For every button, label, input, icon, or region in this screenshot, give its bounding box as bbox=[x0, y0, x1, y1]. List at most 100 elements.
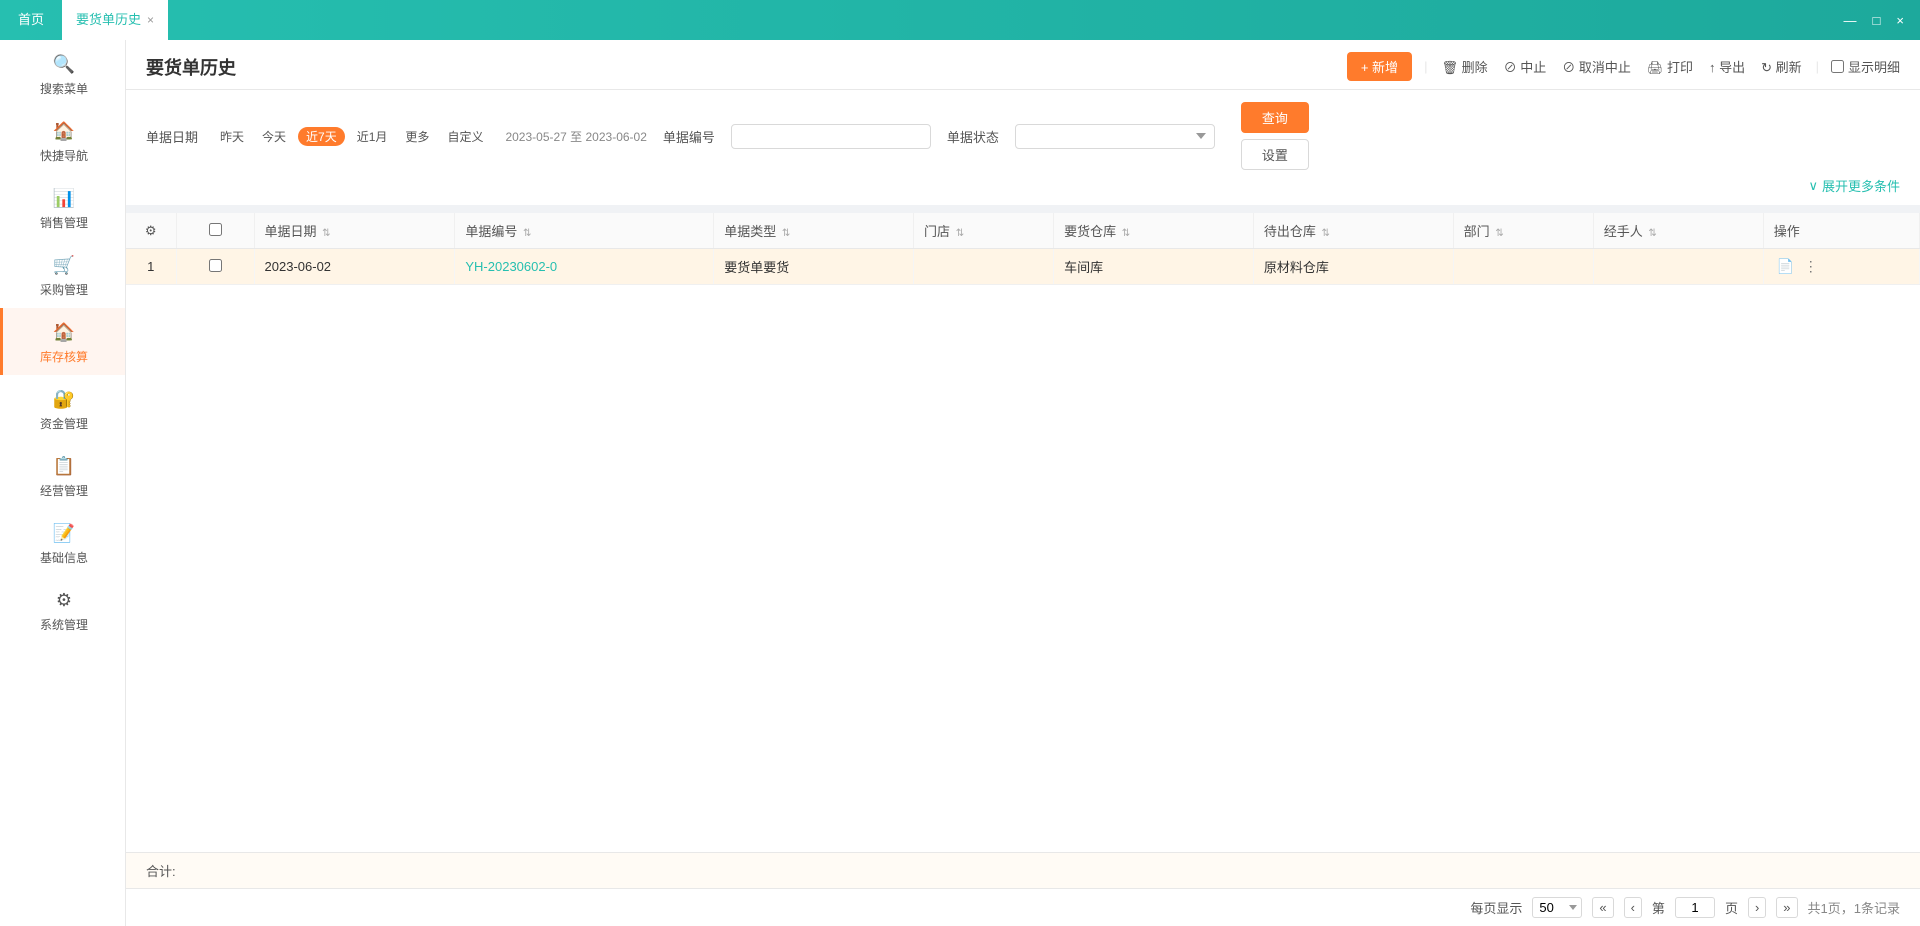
edit-action-icon[interactable]: 📄 bbox=[1777, 258, 1794, 274]
col-store-label: 门店 bbox=[924, 224, 950, 239]
col-req-warehouse[interactable]: 要货仓库 ⇅ bbox=[1054, 213, 1254, 249]
cell-date: 2023-06-02 bbox=[254, 249, 455, 285]
print-button[interactable]: 🖨 打印 bbox=[1645, 53, 1695, 80]
sort-pending-warehouse-icon: ⇅ bbox=[1322, 228, 1330, 239]
page-unit-label: 页 bbox=[1725, 898, 1738, 917]
tab-active-label: 要货单历史 bbox=[76, 0, 141, 40]
col-order-type-label: 单据类型 bbox=[724, 224, 776, 239]
page-label: 第 bbox=[1652, 898, 1665, 917]
col-settings[interactable]: ⚙ bbox=[126, 213, 176, 249]
sort-department-icon: ⇅ bbox=[1495, 228, 1503, 239]
first-page-btn[interactable]: « bbox=[1592, 897, 1613, 918]
sidebar-label-purchase: 采购管理 bbox=[40, 281, 88, 298]
cell-store bbox=[914, 249, 1054, 285]
col-order-no[interactable]: 单据编号 ⇅ bbox=[455, 213, 714, 249]
table-row: 1 2023-06-02 YH-20230602-0 要货单要货 车间库 原材料… bbox=[126, 249, 1920, 285]
sidebar-label-sales: 销售管理 bbox=[40, 214, 88, 231]
operations-icon: 📋 bbox=[53, 456, 75, 477]
col-store[interactable]: 门店 ⇅ bbox=[914, 213, 1054, 249]
prev-page-btn[interactable]: ‹ bbox=[1624, 897, 1642, 918]
date-btn-today[interactable]: 今天 bbox=[256, 127, 292, 146]
col-pending-warehouse[interactable]: 待出仓库 ⇅ bbox=[1253, 213, 1453, 249]
status-select[interactable]: 待审核 已审核 已中止 bbox=[1015, 124, 1215, 149]
more-action-icon[interactable]: ⋮ bbox=[1804, 258, 1818, 274]
total-info: 共1页，1条记录 bbox=[1808, 898, 1900, 917]
date-filter-label: 单据日期 bbox=[146, 127, 198, 146]
expand-filter-btn[interactable]: ∨ 展开更多条件 bbox=[1808, 176, 1900, 195]
sales-icon: 📊 bbox=[53, 188, 75, 209]
date-filter-buttons: 昨天 今天 近7天 近1月 更多 自定义 bbox=[214, 127, 489, 146]
export-button[interactable]: ↑ 导出 bbox=[1707, 53, 1747, 80]
date-btn-7days[interactable]: 近7天 bbox=[298, 127, 345, 146]
sidebar-item-inventory[interactable]: 🏠 库存核算 bbox=[0, 308, 125, 375]
toolbar: + 新增 | 🗑 删除 ⊘ 中止 ⊘ 取消中止 🖨 打印 ↑ 导出 ↻ 刷新 |… bbox=[1347, 52, 1900, 81]
col-actions-label: 操作 bbox=[1774, 224, 1800, 239]
expand-filter-label: 展开更多条件 bbox=[1822, 176, 1900, 195]
select-all-checkbox[interactable] bbox=[209, 223, 222, 236]
stop-button[interactable]: ⊘ 中止 bbox=[1502, 53, 1549, 80]
settings-button[interactable]: 设置 bbox=[1241, 139, 1309, 170]
query-button[interactable]: 查询 bbox=[1241, 102, 1309, 133]
page-size-select[interactable]: 20 50 100 200 bbox=[1532, 897, 1582, 918]
order-no-label: 单据编号 bbox=[663, 127, 715, 146]
order-no-input[interactable] bbox=[731, 124, 931, 149]
sidebar-item-search[interactable]: 🔍 搜索菜单 bbox=[0, 40, 125, 107]
next-page-btn[interactable]: › bbox=[1748, 897, 1766, 918]
page-number-input[interactable]: 1 bbox=[1675, 897, 1715, 918]
cancel-stop-button[interactable]: ⊘ 取消中止 bbox=[1560, 53, 1633, 80]
inventory-icon: 🏠 bbox=[53, 322, 75, 343]
row-checkbox[interactable] bbox=[209, 259, 222, 272]
minimize-btn[interactable]: — bbox=[1844, 13, 1857, 28]
order-no-link[interactable]: YH-20230602-0 bbox=[465, 259, 557, 274]
sort-req-warehouse-icon: ⇅ bbox=[1122, 228, 1130, 239]
col-order-type[interactable]: 单据类型 ⇅ bbox=[714, 213, 914, 249]
col-date[interactable]: 单据日期 ⇅ bbox=[254, 213, 455, 249]
data-table: ⚙ 单据日期 ⇅ 单据编号 ⇅ bbox=[126, 213, 1920, 285]
col-req-warehouse-label: 要货仓库 bbox=[1064, 224, 1116, 239]
settings-icon[interactable]: ⚙ bbox=[145, 223, 157, 238]
display-detail-checkbox[interactable] bbox=[1831, 60, 1844, 73]
col-department[interactable]: 部门 ⇅ bbox=[1453, 213, 1593, 249]
col-handler-label: 经手人 bbox=[1604, 224, 1643, 239]
per-page-label: 每页显示 bbox=[1470, 898, 1522, 917]
col-pending-warehouse-label: 待出仓库 bbox=[1264, 224, 1316, 239]
date-btn-custom[interactable]: 自定义 bbox=[441, 127, 489, 146]
date-btn-yesterday[interactable]: 昨天 bbox=[214, 127, 250, 146]
pagination-bar: 每页显示 20 50 100 200 « ‹ 第 1 页 › » 共1页，1条记… bbox=[126, 888, 1920, 926]
close-window-btn[interactable]: × bbox=[1896, 13, 1904, 28]
last-page-btn[interactable]: » bbox=[1776, 897, 1797, 918]
col-date-label: 单据日期 bbox=[265, 224, 317, 239]
system-icon: ⚙ bbox=[56, 590, 72, 611]
sidebar-item-purchase[interactable]: 🛒 采购管理 bbox=[0, 241, 125, 308]
close-tab-btn[interactable]: × bbox=[147, 0, 154, 40]
tab-home[interactable]: 首页 bbox=[0, 0, 62, 40]
tab-active[interactable]: 要货单历史 × bbox=[62, 0, 168, 40]
display-detail-toggle[interactable]: 显示明细 bbox=[1831, 57, 1900, 76]
sidebar-item-operations[interactable]: 📋 经营管理 bbox=[0, 442, 125, 509]
col-handler[interactable]: 经手人 ⇅ bbox=[1593, 213, 1763, 249]
sidebar-label-search: 搜索菜单 bbox=[40, 80, 88, 97]
col-order-no-label: 单据编号 bbox=[465, 224, 517, 239]
col-checkbox bbox=[176, 213, 254, 249]
sort-order-type-icon: ⇅ bbox=[782, 228, 790, 239]
sidebar-item-sales[interactable]: 📊 销售管理 bbox=[0, 174, 125, 241]
data-table-container: ⚙ 单据日期 ⇅ 单据编号 ⇅ bbox=[126, 213, 1920, 852]
maximize-btn[interactable]: □ bbox=[1873, 13, 1881, 28]
sidebar-label-system: 系统管理 bbox=[40, 616, 88, 633]
col-actions: 操作 bbox=[1763, 213, 1919, 249]
chevron-down-icon: ∨ bbox=[1808, 178, 1818, 194]
delete-button[interactable]: 🗑 删除 bbox=[1439, 53, 1489, 80]
sidebar-item-quick-nav[interactable]: 🏠 快捷导航 bbox=[0, 107, 125, 174]
date-btn-more[interactable]: 更多 bbox=[399, 127, 435, 146]
summary-label: 合计: bbox=[146, 864, 176, 879]
purchase-icon: 🛒 bbox=[53, 255, 75, 276]
sidebar-item-finance[interactable]: 🔐 资金管理 bbox=[0, 375, 125, 442]
refresh-button[interactable]: ↻ 刷新 bbox=[1759, 53, 1804, 80]
page-title: 要货单历史 bbox=[146, 54, 236, 80]
status-label: 单据状态 bbox=[947, 127, 999, 146]
sidebar-item-system[interactable]: ⚙ 系统管理 bbox=[0, 576, 125, 643]
new-button[interactable]: + 新增 bbox=[1347, 52, 1412, 81]
date-btn-1month[interactable]: 近1月 bbox=[351, 127, 394, 146]
sidebar-label-operations: 经营管理 bbox=[40, 482, 88, 499]
sidebar-item-base-info[interactable]: 📝 基础信息 bbox=[0, 509, 125, 576]
